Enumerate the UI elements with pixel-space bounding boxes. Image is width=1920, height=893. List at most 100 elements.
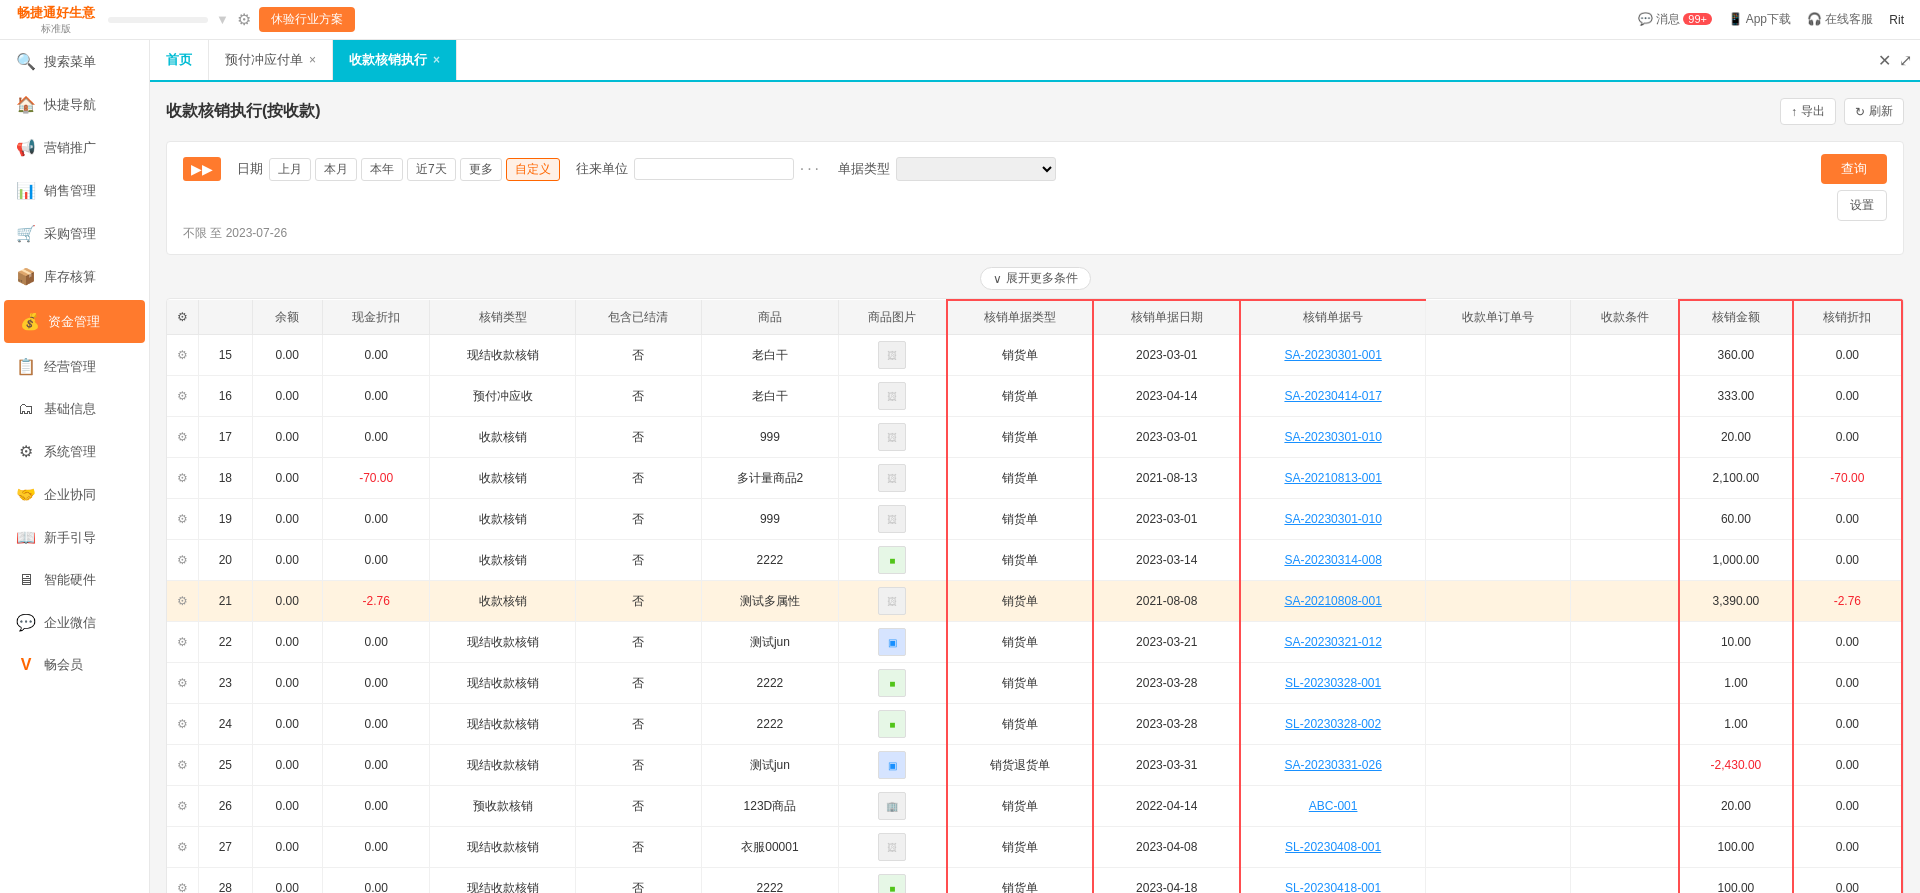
refresh-btn[interactable]: ↻ 刷新 bbox=[1844, 98, 1904, 125]
cell-verify-bill-no[interactable]: SA-20230331-026 bbox=[1240, 745, 1426, 786]
cell-verify-discount: 0.00 bbox=[1793, 417, 1902, 458]
sidebar-item-inventory[interactable]: 📦 库存核算 bbox=[0, 255, 149, 298]
cell-verify-bill-no[interactable]: SL-20230328-002 bbox=[1240, 704, 1426, 745]
date-this-year[interactable]: 本年 bbox=[361, 158, 403, 181]
sidebar-item-sales[interactable]: 📊 销售管理 bbox=[0, 169, 149, 212]
sidebar-item-base-info[interactable]: 🗂 基础信息 bbox=[0, 388, 149, 430]
sidebar-item-ops[interactable]: 📋 经营管理 bbox=[0, 345, 149, 388]
cell-verify-bill-no[interactable]: SA-20230414-017 bbox=[1240, 376, 1426, 417]
unit-input[interactable] bbox=[634, 158, 794, 180]
export-btn[interactable]: ↑ 导出 bbox=[1780, 98, 1836, 125]
cell-settings[interactable]: ⚙ bbox=[167, 540, 199, 581]
table-row: ⚙ 25 0.00 0.00 现结收款核销 否 测试jun ▣ 销货退货单 20… bbox=[167, 745, 1902, 786]
cell-settings[interactable]: ⚙ bbox=[167, 663, 199, 704]
cell-verify-bill-no[interactable]: ABC-001 bbox=[1240, 786, 1426, 827]
sidebar-item-guide[interactable]: 📖 新手引导 bbox=[0, 516, 149, 559]
sidebar-item-system[interactable]: ⚙ 系统管理 bbox=[0, 430, 149, 473]
cell-settings[interactable]: ⚙ bbox=[167, 868, 199, 894]
sidebar-item-search[interactable]: 🔍 搜索菜单 bbox=[0, 40, 149, 83]
cell-verify-amount: 1,000.00 bbox=[1679, 540, 1792, 581]
filter-toggle-btn[interactable]: ▶▶ bbox=[183, 157, 221, 181]
cell-verify-bill-no[interactable]: SA-20210813-001 bbox=[1240, 458, 1426, 499]
industry-btn[interactable]: 休验行业方案 bbox=[259, 7, 355, 32]
date-range-text: 不限 至 2023-07-26 bbox=[183, 225, 1887, 242]
sidebar-item-quick-nav[interactable]: 🏠 快捷导航 bbox=[0, 83, 149, 126]
notification-item[interactable]: 💬 消息 99+ bbox=[1638, 11, 1712, 28]
tab-close-btn[interactable]: ✕ bbox=[1878, 51, 1891, 70]
cell-verify-bill-no[interactable]: SL-20230418-001 bbox=[1240, 868, 1426, 894]
sidebar-item-member[interactable]: V 畅会员 bbox=[0, 644, 149, 686]
cell-settings[interactable]: ⚙ bbox=[167, 745, 199, 786]
cell-verify-bill-no[interactable]: SA-20230301-010 bbox=[1240, 417, 1426, 458]
cell-verify-discount: 0.00 bbox=[1793, 663, 1902, 704]
cell-settings[interactable]: ⚙ bbox=[167, 622, 199, 663]
ops-icon: 📋 bbox=[16, 357, 36, 376]
tab-prepay-close[interactable]: × bbox=[309, 53, 316, 67]
cell-verify-bill-type: 销货单 bbox=[947, 786, 1094, 827]
cell-settings[interactable]: ⚙ bbox=[167, 376, 199, 417]
app-download-item[interactable]: 📱 App下载 bbox=[1728, 11, 1791, 28]
online-service-item[interactable]: 🎧 在线客服 bbox=[1807, 11, 1873, 28]
inventory-icon: 📦 bbox=[16, 267, 36, 286]
cell-settings[interactable]: ⚙ bbox=[167, 458, 199, 499]
sidebar-item-wechat[interactable]: 💬 企业微信 bbox=[0, 601, 149, 644]
tab-expand-btn[interactable]: ⤢ bbox=[1899, 51, 1912, 70]
cell-receipt-condition bbox=[1571, 540, 1679, 581]
cell-verify-bill-no[interactable]: SA-20230314-008 bbox=[1240, 540, 1426, 581]
cell-verify-bill-no[interactable]: SL-20230408-001 bbox=[1240, 827, 1426, 868]
date-last-month[interactable]: 上月 bbox=[269, 158, 311, 181]
tab-collection-close[interactable]: × bbox=[433, 53, 440, 67]
cell-verify-bill-no[interactable]: SA-20230301-010 bbox=[1240, 499, 1426, 540]
query-btn[interactable]: 查询 bbox=[1821, 154, 1887, 184]
cell-settings[interactable]: ⚙ bbox=[167, 417, 199, 458]
cell-verify-bill-no[interactable]: SA-20230321-012 bbox=[1240, 622, 1426, 663]
cell-verify-type: 现结收款核销 bbox=[430, 704, 575, 745]
marketing-icon: 📢 bbox=[16, 138, 36, 157]
dropdown-icon[interactable]: ▼ bbox=[216, 12, 229, 27]
cell-settings[interactable]: ⚙ bbox=[167, 499, 199, 540]
date-custom[interactable]: 自定义 bbox=[506, 158, 560, 181]
cell-seq: 23 bbox=[199, 663, 253, 704]
cell-receipt-order-no bbox=[1426, 786, 1571, 827]
top-search-bar[interactable] bbox=[108, 17, 208, 23]
cell-settings[interactable]: ⚙ bbox=[167, 335, 199, 376]
tab-prepay[interactable]: 预付冲应付单 × bbox=[209, 40, 333, 80]
cell-verify-bill-date: 2021-08-08 bbox=[1093, 581, 1240, 622]
expand-more-btn[interactable]: ∨ 展开更多条件 bbox=[980, 267, 1091, 290]
sidebar-item-enterprise[interactable]: 🤝 企业协同 bbox=[0, 473, 149, 516]
cell-include-settled: 否 bbox=[575, 581, 701, 622]
sidebar-item-smart-hw[interactable]: 🖥 智能硬件 bbox=[0, 559, 149, 601]
tab-collection[interactable]: 收款核销执行 × bbox=[333, 40, 457, 80]
cell-product-img: 🖼 bbox=[838, 335, 946, 376]
cell-product-img: 🏢 bbox=[838, 786, 946, 827]
table-row: ⚙ 17 0.00 0.00 收款核销 否 999 🖼 销货单 2023-03-… bbox=[167, 417, 1902, 458]
cell-verify-bill-date: 2023-03-01 bbox=[1093, 499, 1240, 540]
cell-settings[interactable]: ⚙ bbox=[167, 581, 199, 622]
receipt-type-select[interactable] bbox=[896, 157, 1056, 181]
cell-verify-bill-date: 2023-04-08 bbox=[1093, 827, 1240, 868]
cell-verify-bill-no[interactable]: SL-20230328-001 bbox=[1240, 663, 1426, 704]
cell-settings[interactable]: ⚙ bbox=[167, 827, 199, 868]
sidebar-item-finance[interactable]: 💰 资金管理 bbox=[4, 300, 145, 343]
sidebar-item-marketing[interactable]: 📢 营销推广 bbox=[0, 126, 149, 169]
cell-verify-type: 收款核销 bbox=[430, 499, 575, 540]
tab-home[interactable]: 首页 bbox=[150, 40, 209, 80]
cell-settings[interactable]: ⚙ bbox=[167, 786, 199, 827]
cell-verify-type: 现结收款核销 bbox=[430, 868, 575, 894]
filter-setting-btn[interactable]: 设置 bbox=[1837, 190, 1887, 221]
date-7days[interactable]: 近7天 bbox=[407, 158, 456, 181]
th-settings[interactable]: ⚙ bbox=[167, 300, 199, 335]
cell-verify-bill-no[interactable]: SA-20210808-001 bbox=[1240, 581, 1426, 622]
cell-verify-bill-no[interactable]: SA-20230301-001 bbox=[1240, 335, 1426, 376]
settings-icon[interactable]: ⚙ bbox=[237, 10, 251, 29]
date-this-month[interactable]: 本月 bbox=[315, 158, 357, 181]
cell-settings[interactable]: ⚙ bbox=[167, 704, 199, 745]
date-more[interactable]: 更多 bbox=[460, 158, 502, 181]
cell-verify-amount: 100.00 bbox=[1679, 868, 1792, 894]
cell-verify-type: 现结收款核销 bbox=[430, 622, 575, 663]
cell-verify-bill-type: 销货单 bbox=[947, 376, 1094, 417]
filter-bar: ▶▶ 日期 上月 本月 本年 近7天 更多 自定义 往来单位 bbox=[166, 141, 1904, 255]
cell-product: 测试jun bbox=[701, 745, 838, 786]
sidebar-item-purchase[interactable]: 🛒 采购管理 bbox=[0, 212, 149, 255]
cell-product-img: 🖼 bbox=[838, 417, 946, 458]
